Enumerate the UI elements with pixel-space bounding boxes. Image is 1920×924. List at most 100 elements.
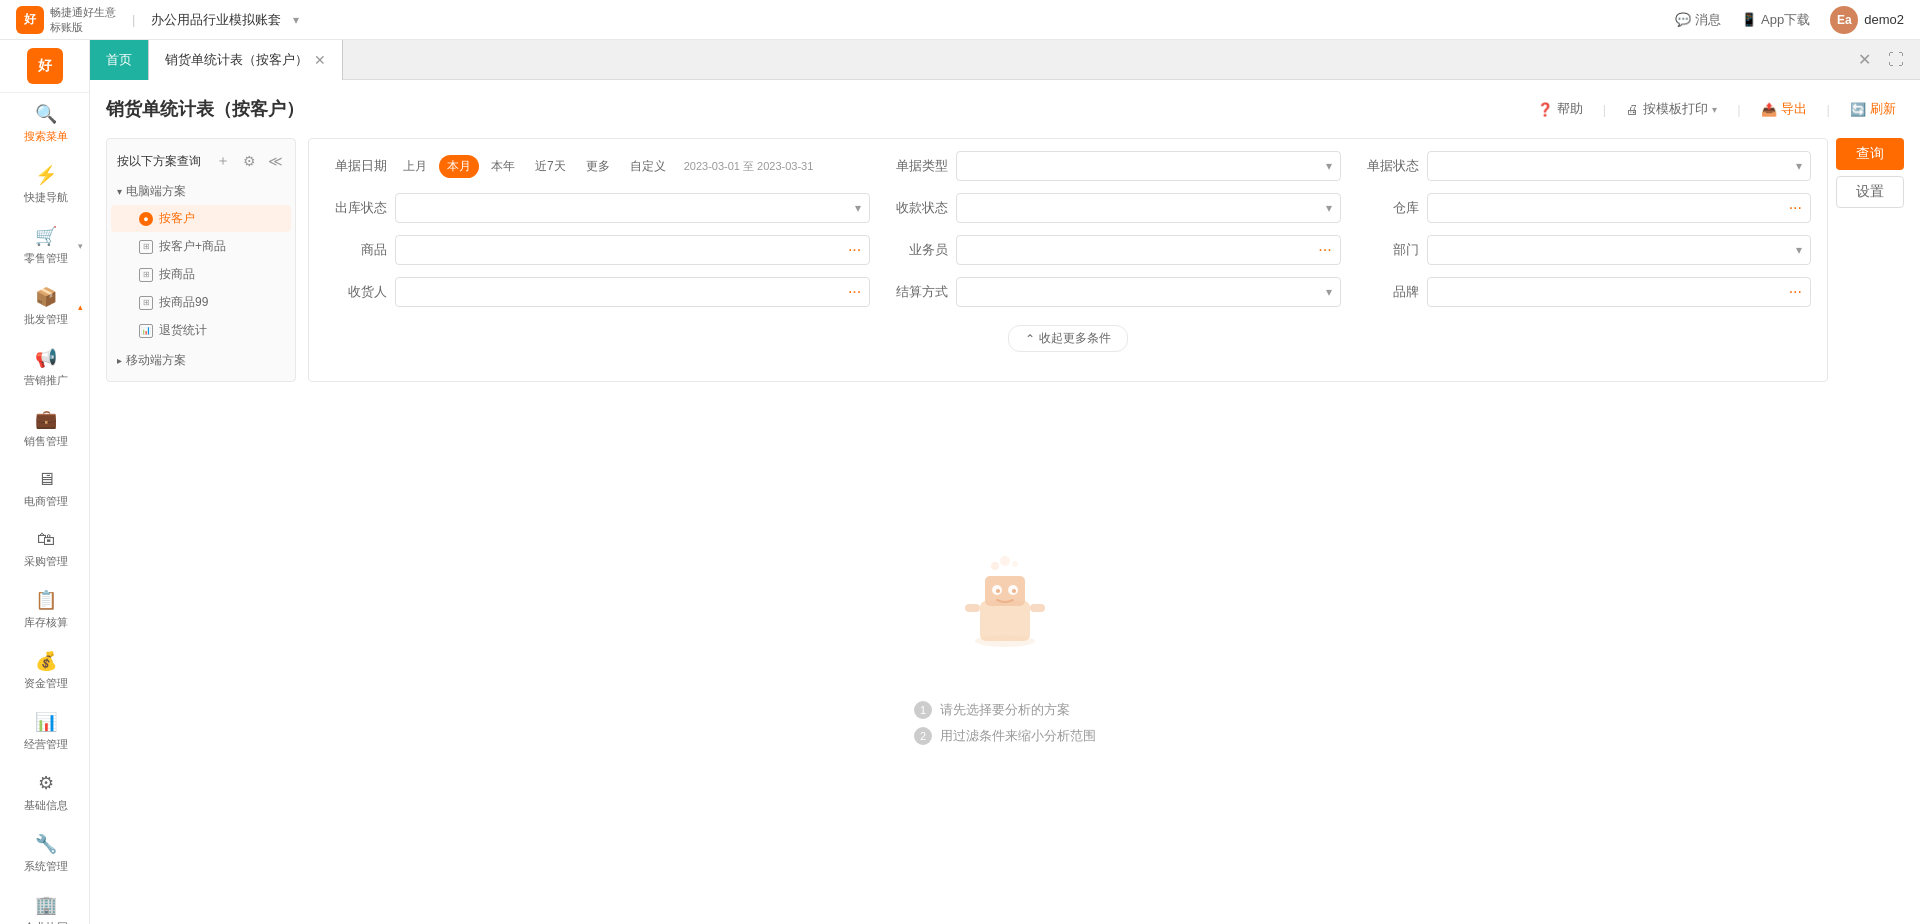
- operation-icon: 📊: [35, 711, 57, 733]
- payment-dropdown-icon: ▾: [1326, 285, 1332, 299]
- goods-select[interactable]: ···: [395, 235, 870, 265]
- brand-select[interactable]: ···: [1427, 277, 1811, 307]
- salesperson-select[interactable]: ···: [956, 235, 1340, 265]
- status-select[interactable]: ▾: [1427, 151, 1811, 181]
- svg-rect-1: [980, 601, 1030, 641]
- sidebar-item-sales[interactable]: 💼 销售管理: [0, 398, 89, 459]
- date-tab-current-month[interactable]: 本月: [439, 155, 479, 178]
- filter-row-1: 单据日期 上月 本月 本年 近7天 更多 自定义 2023-03-01 至 20…: [325, 151, 1811, 181]
- settings-button[interactable]: 设置: [1836, 176, 1904, 208]
- help-button[interactable]: ❓ 帮助: [1529, 96, 1591, 122]
- phone-icon: 📱: [1741, 12, 1757, 27]
- sidebar-item-enterprise[interactable]: 🏢 企业协同: [0, 884, 89, 924]
- scheme-settings-icon[interactable]: ⚙: [239, 151, 259, 171]
- sidebar-item-purchase[interactable]: 🛍 采购管理: [0, 519, 89, 579]
- goods-label: 商品: [325, 241, 395, 259]
- out-status-dropdown-icon: ▾: [855, 201, 861, 215]
- query-button[interactable]: 查询: [1836, 138, 1904, 170]
- scheme-collapse-icon[interactable]: ≪: [265, 151, 285, 171]
- out-status-select[interactable]: ▾: [395, 193, 870, 223]
- user-profile[interactable]: Ea demo2: [1830, 6, 1904, 34]
- sidebar-item-retail[interactable]: 🛒 零售管理 ▾: [0, 215, 89, 276]
- scheme-category-mobile[interactable]: ▸ 移动端方案: [107, 348, 295, 373]
- tab-bar: 首页 销货单统计表（按客户） ✕ ✕ ⛶: [90, 40, 1920, 80]
- payment-select[interactable]: ▾: [956, 277, 1340, 307]
- sidebar-item-quick-nav[interactable]: ⚡ 快捷导航: [0, 154, 89, 215]
- scheme-header: 按以下方案查询 ＋ ⚙ ≪: [107, 147, 295, 179]
- sidebar-item-operation[interactable]: 📊 经营管理: [0, 701, 89, 762]
- scheme-category-desktop[interactable]: ▾ 电脑端方案: [107, 179, 295, 204]
- tab-sales-stats[interactable]: 销货单统计表（按客户） ✕: [149, 40, 343, 80]
- receiver-select[interactable]: ···: [395, 277, 870, 307]
- date-tab-7days[interactable]: 近7天: [527, 155, 574, 178]
- filter-goods-field: 商品 ···: [325, 235, 870, 265]
- svg-point-9: [991, 562, 999, 570]
- scheme-item-circle-icon: ●: [139, 212, 153, 226]
- scheme-category-mobile-arrow-icon: ▸: [117, 355, 122, 366]
- type-select[interactable]: ▾: [956, 151, 1340, 181]
- refresh-icon: 🔄: [1850, 102, 1866, 117]
- scheme-item-by-goods-99[interactable]: ⊞ 按商品99: [111, 289, 291, 316]
- filter-date-field: 单据日期 上月 本月 本年 近7天 更多 自定义 2023-03-01 至 20…: [325, 155, 870, 178]
- dept-select[interactable]: ▾: [1427, 235, 1811, 265]
- message-button[interactable]: 💬 消息: [1675, 11, 1721, 29]
- sidebar-item-inventory[interactable]: 📋 库存核算: [0, 579, 89, 640]
- sidebar: 好 🔍 搜索菜单 ⚡ 快捷导航 🛒 零售管理 ▾ 📦 批发管理 ▴ 📢 营销推广…: [0, 40, 90, 924]
- payment-label: 结算方式: [886, 283, 956, 301]
- warehouse-more-icon: ···: [1789, 199, 1802, 217]
- wholesale-arrow-icon: ▴: [78, 302, 83, 312]
- sidebar-item-wholesale[interactable]: 📦 批发管理 ▴: [0, 276, 89, 337]
- recv-status-select[interactable]: ▾: [956, 193, 1340, 223]
- finance-label: 资金管理: [24, 676, 68, 691]
- app-download-button[interactable]: 📱 App下载: [1741, 11, 1810, 29]
- brand-label: 品牌: [1357, 283, 1427, 301]
- page-title: 销货单统计表（按客户）: [106, 97, 304, 121]
- search-icon: 🔍: [35, 103, 57, 125]
- date-tab-custom[interactable]: 自定义: [622, 155, 674, 178]
- window-maximize-icon[interactable]: ⛶: [1884, 48, 1908, 72]
- refresh-button[interactable]: 🔄 刷新: [1842, 96, 1904, 122]
- tab-home[interactable]: 首页: [90, 40, 149, 80]
- empty-state: 1 请先选择要分析的方案 2 用过滤条件来缩小分析范围: [106, 382, 1904, 908]
- collapse-button[interactable]: ⌃ 收起更多条件: [1008, 325, 1128, 352]
- warehouse-select[interactable]: ···: [1427, 193, 1811, 223]
- scheme-title: 按以下方案查询: [117, 153, 201, 170]
- sidebar-item-basic[interactable]: ⚙ 基础信息: [0, 762, 89, 823]
- scheme-item-by-customer[interactable]: ● 按客户: [111, 205, 291, 232]
- sidebar-item-search[interactable]: 🔍 搜索菜单: [0, 93, 89, 154]
- main-layout: 好 🔍 搜索菜单 ⚡ 快捷导航 🛒 零售管理 ▾ 📦 批发管理 ▴ 📢 营销推广…: [0, 40, 1920, 924]
- finance-icon: 💰: [35, 650, 57, 672]
- sidebar-item-ecommerce[interactable]: 🖥 电商管理: [0, 459, 89, 519]
- filter-row-4: 收货人 ··· 结算方式 ▾: [325, 277, 1811, 307]
- date-tabs-group: 上月 本月 本年 近7天 更多 自定义 2023-03-01 至 2023-03…: [395, 155, 870, 178]
- marketing-label: 营销推广: [24, 373, 68, 388]
- date-tab-more[interactable]: 更多: [578, 155, 618, 178]
- help-icon: ❓: [1537, 102, 1553, 117]
- sidebar-item-finance[interactable]: 💰 资金管理: [0, 640, 89, 701]
- date-tab-year[interactable]: 本年: [483, 155, 523, 178]
- retail-arrow-icon: ▾: [78, 241, 83, 251]
- enterprise-icon: 🏢: [35, 894, 57, 916]
- operation-label: 经营管理: [24, 737, 68, 752]
- dept-label: 部门: [1357, 241, 1427, 259]
- date-tab-last-month[interactable]: 上月: [395, 155, 435, 178]
- message-icon: 💬: [1675, 12, 1691, 27]
- sidebar-item-marketing[interactable]: 📢 营销推广: [0, 337, 89, 398]
- sidebar-item-system[interactable]: 🔧 系统管理: [0, 823, 89, 884]
- tab-close-icon[interactable]: ✕: [314, 52, 326, 68]
- export-button[interactable]: 📤 导出: [1753, 96, 1815, 122]
- ecommerce-icon: 🖥: [37, 469, 55, 490]
- scheme-add-button[interactable]: ＋: [213, 151, 233, 171]
- type-dropdown-icon: ▾: [1326, 159, 1332, 173]
- scheme-item-return-stats[interactable]: 📊 退货统计: [111, 317, 291, 344]
- scheme-item-by-goods[interactable]: ⊞ 按商品: [111, 261, 291, 288]
- filter-status-field: 单据状态 ▾: [1357, 151, 1811, 181]
- system-dropdown-icon[interactable]: ▾: [293, 13, 299, 27]
- scheme-item-by-customer-goods[interactable]: ⊞ 按客户+商品: [111, 233, 291, 260]
- print-button[interactable]: 🖨 按模板打印 ▾: [1618, 96, 1725, 122]
- status-label: 单据状态: [1357, 157, 1427, 175]
- window-close-icon[interactable]: ✕: [1852, 48, 1876, 72]
- receiver-label: 收货人: [325, 283, 395, 301]
- filter-brand-field: 品牌 ···: [1357, 277, 1811, 307]
- export-icon: 📤: [1761, 102, 1777, 117]
